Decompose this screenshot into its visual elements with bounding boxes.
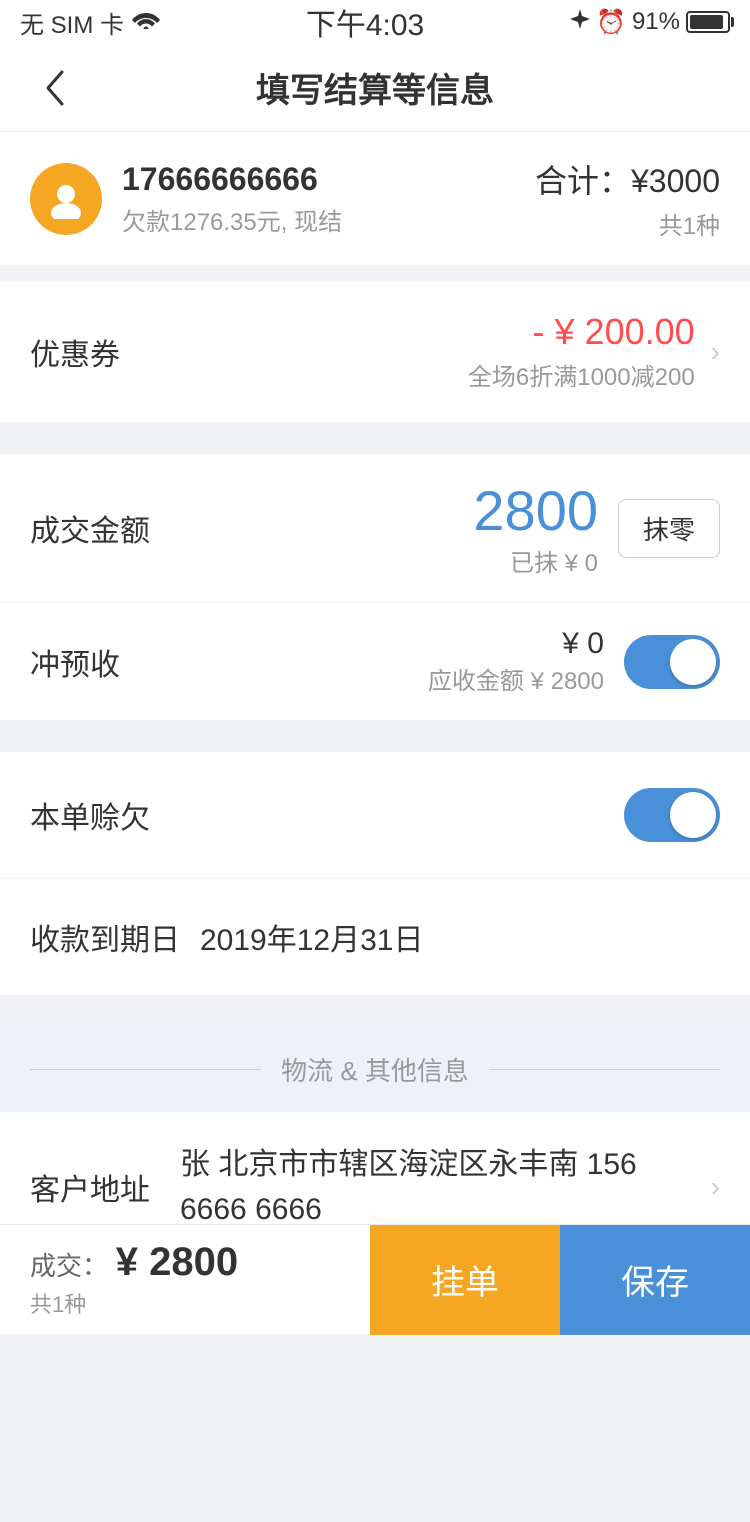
round-button[interactable]: 抹零 xyxy=(618,499,720,558)
footer: 成交： ¥ 2800 共1种 挂单 保存 xyxy=(0,1224,750,1334)
coupon-row[interactable]: 优惠券 - ¥ 200.00 全场6折满1000减200 › xyxy=(0,281,750,422)
sim-signal: 无 SIM 卡 xyxy=(20,5,124,40)
prepay-toggle-knob xyxy=(670,639,716,685)
prepay-values: ¥ 0 应收金额 ¥ 2800 xyxy=(428,627,604,696)
customer-right: 合计：¥3000 共1种 xyxy=(535,156,720,241)
footer-count: 共1种 xyxy=(30,1287,340,1319)
total-amount: 合计：¥3000 xyxy=(535,156,720,202)
customer-info: 17666666666 欠款1276.35元, 现结 xyxy=(122,161,342,237)
logistics-label: 物流 & 其他信息 xyxy=(261,1051,489,1088)
status-left: 无 SIM 卡 xyxy=(20,5,160,40)
coupon-detail: 全场6折满1000减200 xyxy=(468,357,695,392)
amount-row: 成交金额 2800 已抹 ¥ 0 抹零 xyxy=(0,454,750,603)
customer-phone: 17666666666 xyxy=(122,161,342,198)
coupon-chevron: › xyxy=(711,336,720,368)
amount-label: 成交金额 xyxy=(30,506,150,550)
status-right: ⏰ 91% xyxy=(570,8,730,37)
total-count: 共1种 xyxy=(535,206,720,241)
footer-amount: ¥ 2800 xyxy=(116,1240,238,1284)
prepay-sub: 应收金额 ¥ 2800 xyxy=(428,661,604,696)
logistics-divider: 物流 & 其他信息 xyxy=(0,1027,750,1112)
debt-toggle-knob xyxy=(670,792,716,838)
amount-sub: 已抹 ¥ 0 xyxy=(473,543,598,578)
battery-percent: 91% xyxy=(632,8,680,36)
status-bar: 无 SIM 卡 下午4:03 ⏰ 91% xyxy=(0,0,750,44)
deal-text: 成交： xyxy=(30,1251,108,1281)
coupon-amount: - ¥ 200.00 xyxy=(468,311,695,353)
debt-label: 本单赊欠 xyxy=(30,793,150,837)
battery-icon xyxy=(686,11,730,33)
status-time: 下午4:03 xyxy=(306,0,424,44)
due-date-value: 2019年12月31日 xyxy=(200,915,423,959)
address-chevron: › xyxy=(711,1171,720,1203)
coupon-right: - ¥ 200.00 全场6折满1000减200 › xyxy=(468,311,720,392)
transaction-section: 成交金额 2800 已抹 ¥ 0 抹零 冲预收 ¥ 0 应收金额 ¥ 2800 xyxy=(0,454,750,720)
save-button[interactable]: 保存 xyxy=(560,1225,750,1335)
prepay-toggle[interactable] xyxy=(624,635,720,689)
coupon-label: 优惠券 xyxy=(30,330,120,374)
address-value: 张 北京市市辖区海淀区永丰南 156 6666 6666 xyxy=(180,1142,711,1232)
back-button[interactable] xyxy=(24,58,84,118)
debt-section: 本单赊欠 收款到期日 2019年12月31日 xyxy=(0,752,750,995)
nav-bar: 填写结算等信息 xyxy=(0,44,750,132)
divider-1 xyxy=(0,438,750,454)
prepay-value: ¥ 0 xyxy=(428,627,604,661)
wifi-icon xyxy=(132,8,160,36)
avatar xyxy=(30,163,102,235)
date-row: 收款到期日 2019年12月31日 xyxy=(0,879,750,995)
customer-left: 17666666666 欠款1276.35元, 现结 xyxy=(30,161,342,237)
debt-row: 本单赊欠 xyxy=(0,752,750,879)
prepay-label: 冲预收 xyxy=(30,640,120,684)
customer-note: 欠款1276.35元, 现结 xyxy=(122,202,342,237)
divider-line-left xyxy=(30,1069,261,1070)
amount-value: 2800 xyxy=(473,478,598,543)
customer-card: 17666666666 欠款1276.35元, 现结 合计：¥3000 共1种 xyxy=(0,132,750,265)
location-icon xyxy=(570,8,590,36)
footer-info: 成交： ¥ 2800 共1种 xyxy=(0,1240,370,1319)
divider-2 xyxy=(0,736,750,752)
debt-toggle[interactable] xyxy=(624,788,720,842)
page-title: 填写结算等信息 xyxy=(256,63,494,112)
address-label: 客户地址 xyxy=(30,1165,150,1209)
alarm-icon: ⏰ xyxy=(596,8,626,37)
divider-line-right xyxy=(489,1069,720,1070)
due-date-label: 收款到期日 xyxy=(30,915,180,959)
coupon-section: 优惠券 - ¥ 200.00 全场6折满1000减200 › xyxy=(0,281,750,422)
prepay-row: 冲预收 ¥ 0 应收金额 ¥ 2800 xyxy=(0,603,750,720)
pending-button[interactable]: 挂单 xyxy=(370,1225,560,1335)
prepay-right: ¥ 0 应收金额 ¥ 2800 xyxy=(428,627,720,696)
amount-right: 2800 已抹 ¥ 0 抹零 xyxy=(473,478,720,578)
divider-3 xyxy=(0,1011,750,1027)
footer-deal-label: 成交： ¥ 2800 xyxy=(30,1240,340,1285)
